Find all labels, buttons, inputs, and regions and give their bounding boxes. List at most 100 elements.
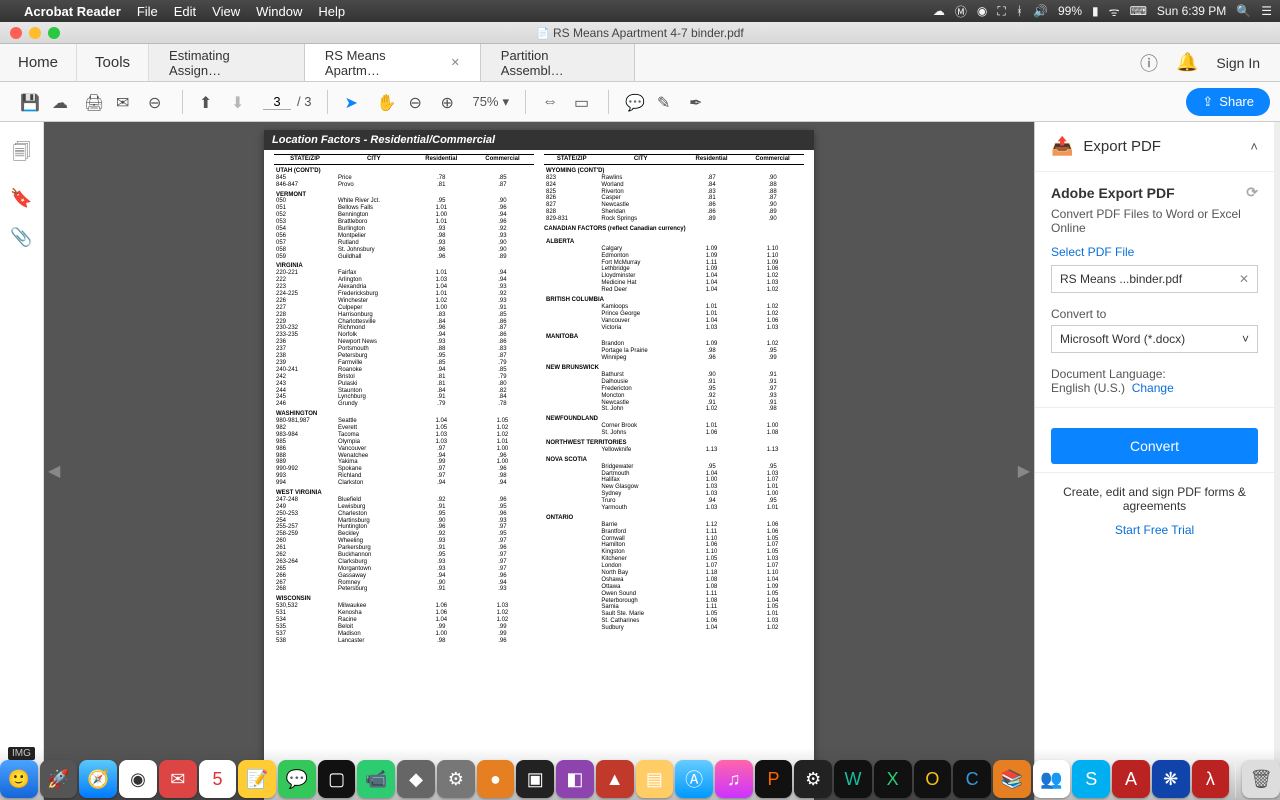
dock-app1[interactable]: ◆ — [397, 760, 435, 798]
window-zoom-button[interactable] — [48, 27, 60, 39]
doc-tab-2[interactable]: Partition Assembl… — [481, 44, 635, 81]
dock-itunes[interactable]: ♫ — [715, 760, 753, 798]
notifications-icon[interactable]: 🔔 — [1176, 52, 1198, 73]
dock-safari[interactable]: 🧭 — [79, 760, 117, 798]
sign-in-link[interactable]: Sign In — [1216, 55, 1260, 71]
dock-autocad[interactable]: A — [1112, 760, 1150, 798]
dock-books[interactable]: 📚 — [993, 760, 1031, 798]
zoom-level[interactable]: 75% — [472, 94, 498, 109]
dock-calendar[interactable]: 5 — [199, 760, 237, 798]
dock-finder[interactable]: 🙂 — [0, 760, 38, 798]
dock-x[interactable]: X — [874, 760, 912, 798]
dock-launchpad[interactable]: 🚀 — [40, 760, 78, 798]
status-shield-icon[interactable]: ◉ — [977, 4, 987, 18]
nav-tools[interactable]: Tools — [77, 44, 149, 81]
share-button[interactable]: ⇪ Share — [1186, 88, 1270, 116]
dock-app4[interactable]: ▣ — [516, 760, 554, 798]
right-scrollbar[interactable] — [1274, 122, 1280, 800]
dock-chrome[interactable]: ◉ — [119, 760, 157, 798]
dock-messages[interactable]: 💬 — [278, 760, 316, 798]
dock-app2[interactable]: ⚙ — [437, 760, 475, 798]
window-close-button[interactable] — [10, 27, 22, 39]
dock-mail[interactable]: ✉ — [159, 760, 197, 798]
doc-tab-0-label: Estimating Assign… — [169, 48, 284, 78]
dock-acrobat[interactable]: λ — [1192, 760, 1230, 798]
status-keyboard-icon[interactable]: ⌨ — [1130, 4, 1147, 18]
doc-tab-1[interactable]: RS Means Apartm…✕ — [305, 44, 481, 81]
comment-icon[interactable]: 💬 — [625, 93, 643, 111]
help-icon[interactable]: ⓘ — [1140, 50, 1158, 76]
fit-width-icon[interactable]: ⇔ — [542, 93, 560, 111]
dock-o[interactable]: O — [914, 760, 952, 798]
dock-app6[interactable]: ▲ — [596, 760, 634, 798]
zoom-dropdown-icon[interactable]: ▾ — [503, 94, 510, 110]
app-name[interactable]: Acrobat Reader — [24, 4, 121, 19]
email-icon[interactable]: ✉ — [116, 93, 134, 111]
print-icon[interactable]: 🖨 — [84, 93, 102, 111]
zoom-out-find-icon[interactable]: ⊖ — [148, 93, 166, 111]
window-minimize-button[interactable] — [29, 27, 41, 39]
dock-skype[interactable]: S — [1072, 760, 1110, 798]
doc-tab-0[interactable]: Estimating Assign… — [149, 44, 305, 81]
select-file-link[interactable]: Select PDF File — [1051, 245, 1258, 259]
format-select[interactable]: Microsoft Word (*.docx) ˅ — [1051, 325, 1258, 353]
menu-edit[interactable]: Edit — [174, 4, 196, 19]
start-trial-link[interactable]: Start Free Trial — [1051, 523, 1258, 537]
status-volume-icon[interactable]: 🔊 — [1033, 4, 1048, 18]
menu-view[interactable]: View — [212, 4, 240, 19]
dock-w[interactable]: W — [834, 760, 872, 798]
dock-notes[interactable]: 📝 — [238, 760, 276, 798]
zoom-out-icon[interactable]: ⊖ — [408, 93, 426, 111]
status-bluetooth-icon[interactable]: ᚼ — [1016, 4, 1023, 18]
thumbnails-icon[interactable]: 🗐 — [13, 140, 31, 170]
document-stage[interactable]: ◀ ▶ Location Factors - Residential/Comme… — [44, 122, 1034, 800]
menu-window[interactable]: Window — [256, 4, 302, 19]
fit-page-icon[interactable]: ▭ — [574, 93, 592, 111]
dock-settings[interactable]: ⚙ — [794, 760, 832, 798]
status-menu-icon[interactable]: ☰ — [1261, 4, 1272, 18]
convert-button[interactable]: Convert — [1051, 428, 1258, 464]
attachment-icon[interactable]: 📎 — [10, 227, 32, 248]
status-spotlight-icon[interactable]: 🔍 — [1236, 4, 1251, 18]
dock-app5[interactable]: ◧ — [556, 760, 594, 798]
sign-icon[interactable]: ✒ — [689, 93, 707, 111]
status-screen-icon[interactable]: ⛶ — [997, 4, 1005, 19]
cloud-upload-icon[interactable]: ☁︎ — [52, 93, 70, 111]
page-up-icon[interactable]: ⬆ — [199, 93, 217, 111]
export-pdf-header[interactable]: 📤 Export PDF ˄ — [1035, 122, 1274, 172]
hand-tool-icon[interactable]: ✋ — [376, 93, 394, 111]
nav-home[interactable]: Home — [0, 44, 77, 81]
lang-change-link[interactable]: Change — [1132, 381, 1174, 395]
highlight-icon[interactable]: ✎ — [657, 93, 675, 111]
dock-app3[interactable]: ● — [477, 760, 515, 798]
dock-trash[interactable]: 🗑 — [1242, 760, 1280, 798]
dock-teams[interactable]: 👥 — [1033, 760, 1071, 798]
save-icon[interactable]: 💾 — [20, 93, 38, 111]
status-battery[interactable]: 99% — [1058, 4, 1082, 18]
page-number-input[interactable] — [263, 94, 291, 110]
menu-help[interactable]: Help — [318, 4, 345, 19]
zoom-in-icon[interactable]: ⊕ — [440, 93, 458, 111]
window-title: RS Means Apartment 4-7 binder.pdf — [0, 26, 1280, 40]
status-cloud-icon[interactable]: ☁ — [933, 4, 945, 18]
dock-app7[interactable]: ❋ — [1152, 760, 1190, 798]
bookmark-icon[interactable]: 🔖 — [10, 188, 32, 209]
dock-appstore[interactable]: Ⓐ — [675, 760, 713, 798]
close-tab-icon[interactable]: ✕ — [451, 56, 460, 69]
dock-terminal[interactable]: ▢ — [318, 760, 356, 798]
stage-next-icon[interactable]: ▶ — [1014, 461, 1034, 481]
status-clock[interactable]: Sun 6:39 PM — [1157, 4, 1226, 18]
status-m-icon[interactable]: Ⓜ — [955, 3, 967, 20]
chevron-up-icon[interactable]: ˄ — [1250, 139, 1258, 154]
dock-keynote[interactable]: ▤ — [636, 760, 674, 798]
selection-tool-icon[interactable]: ➤ — [344, 93, 362, 111]
dock-c[interactable]: C — [953, 760, 991, 798]
stage-prev-icon[interactable]: ◀ — [44, 461, 64, 481]
lang-label: Document Language: — [1051, 367, 1166, 381]
menu-file[interactable]: File — [137, 4, 158, 19]
sync-icon[interactable]: ⟳ — [1246, 184, 1258, 201]
dock-facetime[interactable]: 📹 — [357, 760, 395, 798]
dock-p[interactable]: P — [755, 760, 793, 798]
remove-file-icon[interactable]: ✕ — [1239, 272, 1249, 286]
status-wifi-icon[interactable]: ᯤ — [1109, 3, 1120, 20]
